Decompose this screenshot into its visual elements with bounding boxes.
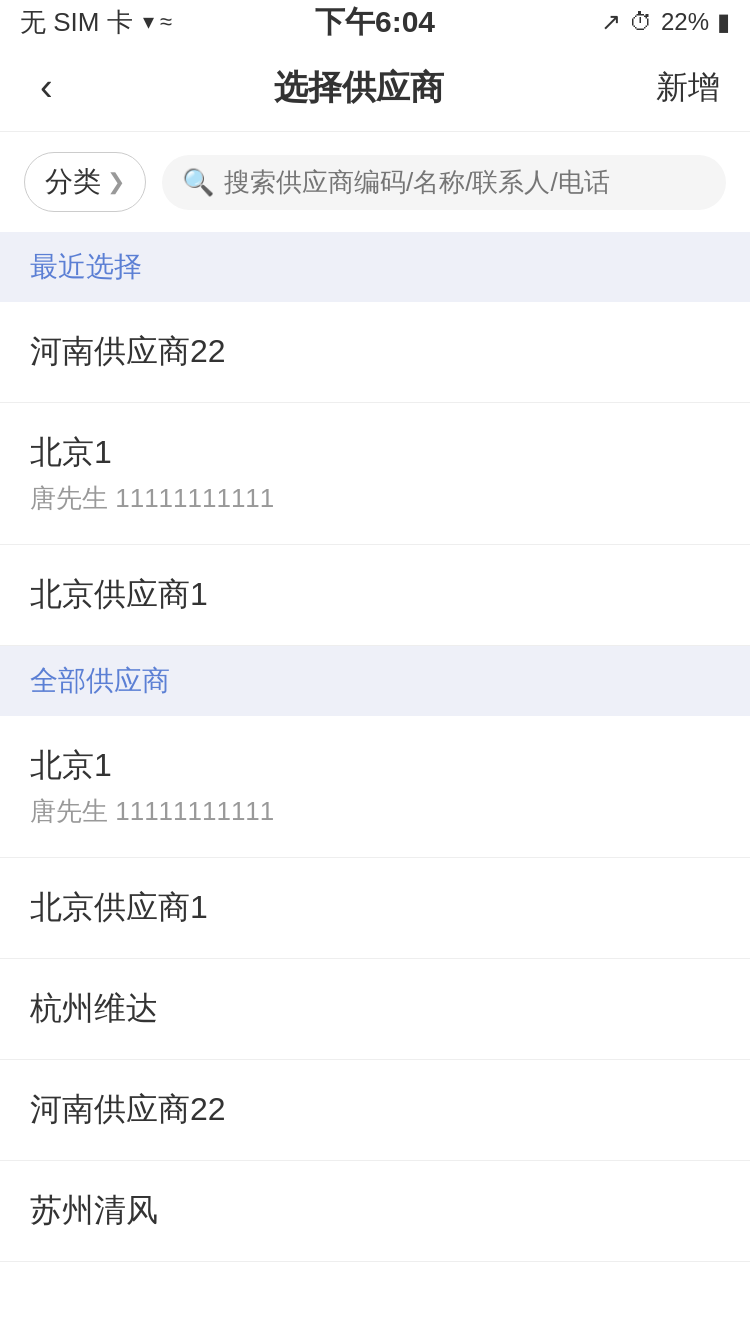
nav-bar: ‹ 选择供应商 新增 (0, 44, 750, 132)
search-input[interactable] (224, 167, 706, 198)
no-sim-label: 无 SIM 卡 (20, 5, 133, 40)
list-item[interactable]: 北京1 唐先生 11111111111 (0, 716, 750, 858)
list-item[interactable]: 苏州清风 (0, 1161, 750, 1262)
status-right: ↗ ⏱ 22% ▮ (601, 8, 730, 36)
recent-list: 河南供应商22 北京1 唐先生 11111111111 北京供应商1 (0, 302, 750, 646)
all-list: 北京1 唐先生 11111111111 北京供应商1 杭州维达河南供应商22 苏州清风 (0, 716, 750, 1262)
list-item[interactable]: 北京1 唐先生 11111111111 (0, 403, 750, 545)
list-item[interactable]: 河南供应商22 (0, 1060, 750, 1161)
search-area: 分类 ❯ 🔍 (0, 132, 750, 232)
list-item[interactable]: 北京供应商1 (0, 858, 750, 959)
item-name: 苏州清风 (30, 1189, 720, 1233)
add-button[interactable]: 新增 (656, 66, 720, 110)
battery-label: 22% (661, 8, 709, 36)
page-title: 选择供应商 (274, 65, 444, 111)
status-left: 无 SIM 卡 ▾ ≈ (20, 5, 172, 40)
alarm-icon: ⏱ (629, 8, 653, 36)
wifi-icon: ▾ ≈ (143, 9, 172, 35)
chevron-right-icon: ❯ (107, 169, 125, 195)
search-input-wrap: 🔍 (162, 155, 726, 210)
category-label: 分类 (45, 163, 101, 201)
back-button[interactable]: ‹ (30, 56, 63, 119)
category-button[interactable]: 分类 ❯ (24, 152, 146, 212)
item-name: 北京供应商1 (30, 886, 720, 930)
status-time: 下午6:04 (315, 2, 435, 43)
item-name: 北京供应商1 (30, 573, 720, 617)
search-icon: 🔍 (182, 167, 214, 198)
all-section-header: 全部供应商 (0, 646, 750, 716)
recent-section-header: 最近选择 (0, 232, 750, 302)
status-bar: 无 SIM 卡 ▾ ≈ 下午6:04 ↗ ⏱ 22% ▮ (0, 0, 750, 44)
item-name: 杭州维达 (30, 987, 720, 1031)
item-sub: 唐先生 11111111111 (30, 481, 720, 516)
item-name: 北京1 (30, 431, 720, 475)
battery-icon: ▮ (717, 8, 730, 36)
list-item[interactable]: 河南供应商22 (0, 302, 750, 403)
location-icon: ↗ (601, 8, 621, 36)
list-item[interactable]: 杭州维达 (0, 959, 750, 1060)
item-name: 河南供应商22 (30, 1088, 720, 1132)
item-name: 河南供应商22 (30, 330, 720, 374)
list-item[interactable]: 北京供应商1 (0, 545, 750, 646)
item-name: 北京1 (30, 744, 720, 788)
item-sub: 唐先生 11111111111 (30, 794, 720, 829)
